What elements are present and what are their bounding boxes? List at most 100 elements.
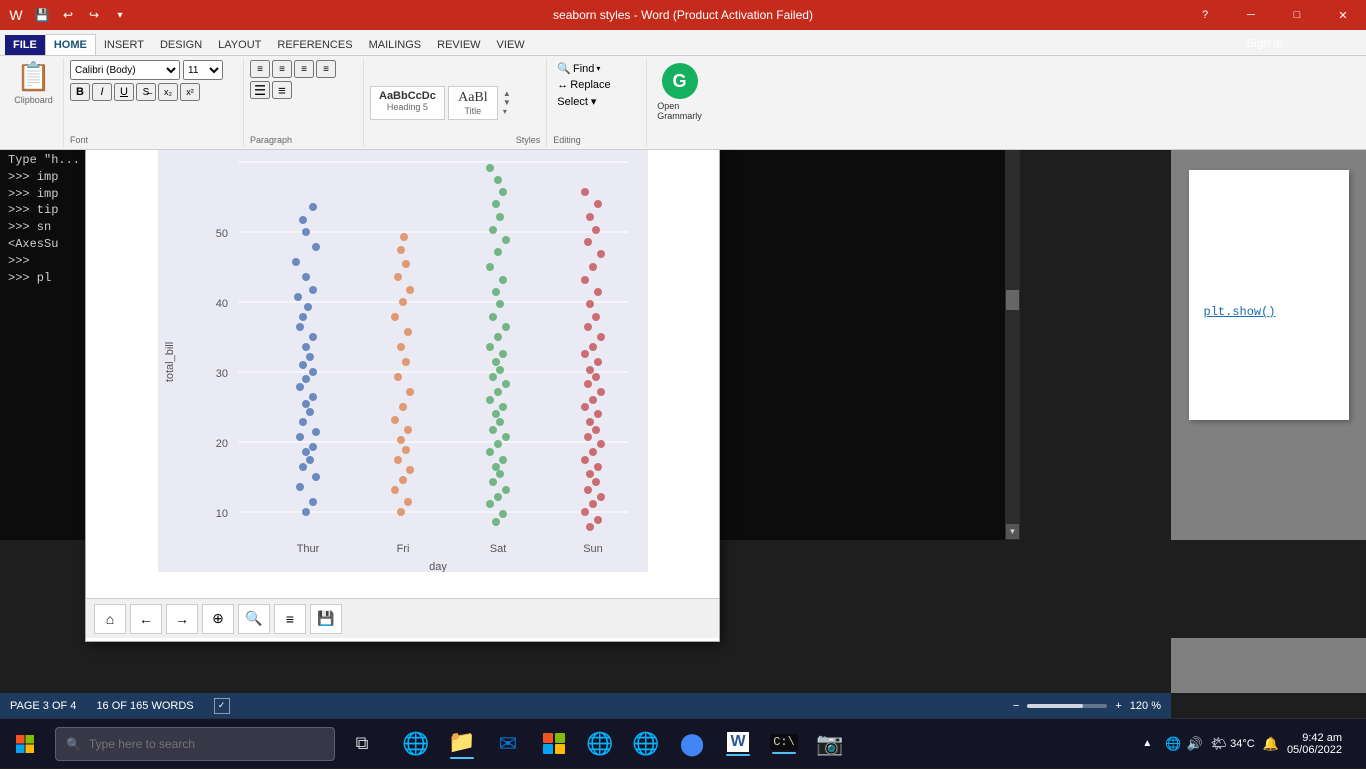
dot-fri <box>397 246 405 254</box>
dot-sun <box>594 358 602 366</box>
strikethrough-button[interactable]: S̶ <box>136 83 156 101</box>
dot-thur <box>302 343 310 351</box>
dot-sun <box>581 508 589 516</box>
camera-button[interactable]: 📷 <box>808 719 852 769</box>
browser3-button[interactable]: 🌐 <box>624 719 668 769</box>
style-title[interactable]: AaBl Title <box>448 86 498 120</box>
back-tool-button[interactable]: ← <box>130 604 162 634</box>
forward-tool-button[interactable]: → <box>166 604 198 634</box>
dot-fri <box>394 273 402 281</box>
tab-home[interactable]: HOME <box>45 34 96 55</box>
configure-tool-button[interactable]: ≡ <box>274 604 306 634</box>
maximize-button[interactable]: □ <box>1274 0 1320 30</box>
dot-thur <box>296 483 304 491</box>
word-code-text[interactable]: plt.show() <box>1204 305 1334 319</box>
sign-in-button[interactable]: Sign in <box>1238 30 1291 56</box>
dot-thur <box>299 418 307 426</box>
tab-insert[interactable]: INSERT <box>96 35 152 55</box>
numbering-button[interactable]: ≡ <box>272 81 292 99</box>
volume-icon[interactable]: 🔊 <box>1186 736 1202 752</box>
browser2-button[interactable]: 🌐 <box>578 719 622 769</box>
dot-fri <box>404 498 412 506</box>
font-group-label: Font <box>70 135 237 145</box>
taskbar-search-icon: 🔍 <box>66 737 81 751</box>
browser2-icon: 🌐 <box>586 731 613 757</box>
scroll-thumb[interactable] <box>1006 290 1019 310</box>
mail-button[interactable]: ✉ <box>486 719 530 769</box>
superscript-button[interactable]: x² <box>180 83 200 101</box>
proofing-icon[interactable]: ✓ <box>214 698 230 714</box>
bullets-button[interactable]: ☰ <box>250 81 270 99</box>
tab-references[interactable]: REFERENCES <box>269 35 360 55</box>
y-label-20: 20 <box>215 438 227 450</box>
minimize-button[interactable]: ─ <box>1228 0 1274 30</box>
tab-design[interactable]: DESIGN <box>152 35 210 55</box>
font-size-select[interactable]: 11 <box>183 60 223 80</box>
zoom-status: − <box>1013 700 1019 712</box>
chart-bg <box>158 142 648 572</box>
zoom-pan-tool-button[interactable]: ⊕ <box>202 604 234 634</box>
grammarly-icon[interactable]: G <box>662 63 698 99</box>
bold-button[interactable]: B <box>70 83 90 101</box>
taskbar-search-bar[interactable]: 🔍 <box>55 727 335 761</box>
tab-mailings[interactable]: MAILINGS <box>361 35 430 55</box>
ribbon-group-font: Calibri (Body) 11 B I U S̶ x₂ x² Font <box>64 58 244 147</box>
styles-scroll[interactable]: ▲ ▼ ▾ <box>501 87 513 118</box>
notification-button[interactable]: 🔔 <box>1263 736 1279 752</box>
weather-widget[interactable]: 🌤 34°C <box>1211 736 1255 752</box>
align-center-button[interactable]: ≡ <box>272 60 292 78</box>
home-tool-button[interactable]: ⌂ <box>94 604 126 634</box>
tab-review[interactable]: REVIEW <box>429 35 488 55</box>
file-explorer-icon: 📁 <box>448 729 475 755</box>
undo-icon[interactable]: ↩ <box>57 4 79 26</box>
word-button[interactable]: W <box>716 719 760 769</box>
dot-thur <box>312 473 320 481</box>
italic-button[interactable]: I <box>92 83 112 101</box>
select-button[interactable]: Select ▾ <box>553 93 640 110</box>
start-button[interactable] <box>0 719 50 769</box>
taskbar-search-input[interactable] <box>89 737 324 751</box>
open-grammarly-button[interactable]: OpenGrammarly <box>657 101 702 121</box>
font-family-select[interactable]: Calibri (Body) <box>70 60 180 80</box>
terminal-button[interactable]: C:\ <box>762 719 806 769</box>
subscript-button[interactable]: x₂ <box>158 83 178 101</box>
network-icon[interactable]: 🌐 <box>1165 736 1181 752</box>
underline-button[interactable]: U <box>114 83 134 101</box>
scroll-down-button[interactable]: ▼ <box>1006 524 1019 539</box>
edge-browser-button[interactable]: 🌐 <box>394 719 438 769</box>
store-button[interactable] <box>532 719 576 769</box>
paste-button[interactable]: 📋 <box>16 60 51 93</box>
dot-sun <box>594 516 602 524</box>
ribbon-group-paragraph: ≡ ≡ ≡ ≡ ☰ ≡ Paragraph <box>244 58 364 147</box>
dot-thur <box>306 408 314 416</box>
style-heading5[interactable]: AaBbCcDc Heading 5 <box>370 86 445 120</box>
justify-button[interactable]: ≡ <box>316 60 336 78</box>
close-button[interactable]: ✕ <box>1320 0 1366 30</box>
dot-sun <box>592 373 600 381</box>
chrome-button[interactable]: ⬤ <box>670 719 714 769</box>
zoom-tool-button[interactable]: 🔍 <box>238 604 270 634</box>
dot-sat <box>489 478 497 486</box>
task-view-button[interactable]: ⧉ <box>340 719 384 769</box>
dot-fri <box>394 373 402 381</box>
replace-button[interactable]: ↔ Replace <box>553 77 640 93</box>
show-hidden-icons-button[interactable]: ▲ <box>1137 733 1157 754</box>
zoom-slider[interactable] <box>1027 704 1107 708</box>
tab-file[interactable]: FILE <box>5 35 45 55</box>
dot-sun <box>581 350 589 358</box>
help-button[interactable]: ? <box>1182 0 1228 30</box>
find-button[interactable]: 🔍 Find ▾ <box>553 60 640 77</box>
save-fig-button[interactable]: 💾 <box>310 604 342 634</box>
tab-layout[interactable]: LAYOUT <box>210 35 269 55</box>
save-icon[interactable]: 💾 <box>31 4 53 26</box>
quick-access-toolbar: W 💾 ↩ ↪ ▾ <box>0 0 133 30</box>
align-right-button[interactable]: ≡ <box>294 60 314 78</box>
tab-view[interactable]: VIEW <box>489 35 533 55</box>
clock-widget[interactable]: 9:42 am 05/06/2022 <box>1287 732 1342 756</box>
show-desktop-button[interactable] <box>1350 719 1358 769</box>
style-title-label: Title <box>465 106 482 116</box>
redo-icon[interactable]: ↪ <box>83 4 105 26</box>
file-explorer-button[interactable]: 📁 <box>440 719 484 769</box>
customize-icon[interactable]: ▾ <box>109 4 131 26</box>
align-left-button[interactable]: ≡ <box>250 60 270 78</box>
